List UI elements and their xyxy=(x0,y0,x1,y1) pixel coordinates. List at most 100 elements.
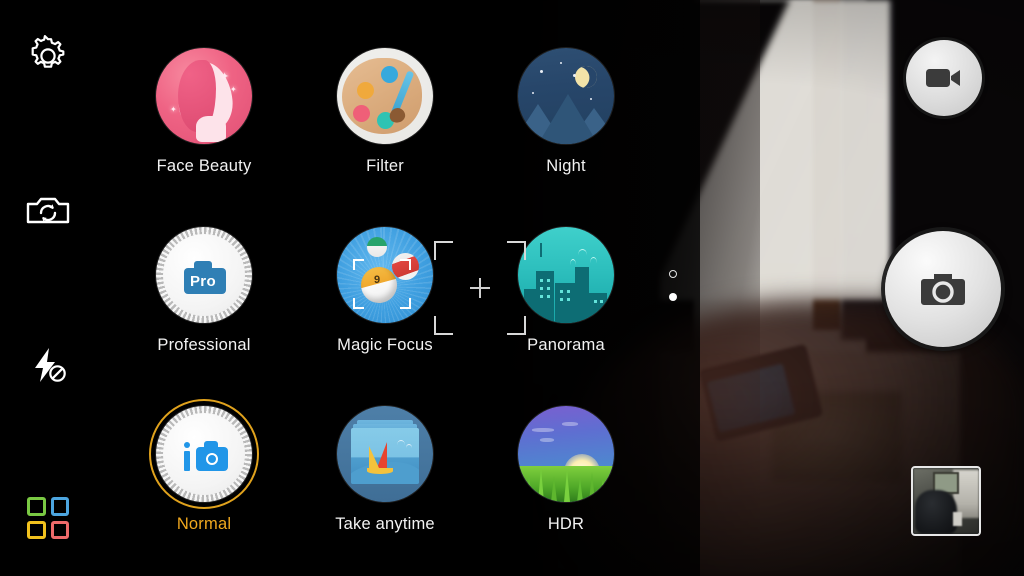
mode-item-panorama[interactable]: Panorama xyxy=(486,227,646,354)
star xyxy=(560,62,562,64)
shutter-button[interactable] xyxy=(885,231,1001,347)
video-camera-icon xyxy=(926,69,960,87)
camera-switch-icon xyxy=(26,197,70,224)
mode-label: Night xyxy=(546,157,586,175)
building xyxy=(536,271,554,323)
camera-lens xyxy=(206,453,218,465)
professional-icon: Pro xyxy=(156,227,252,323)
grid-square-top-left xyxy=(27,497,46,516)
star xyxy=(540,70,543,73)
sparkle-icon: ✦ xyxy=(230,85,237,94)
ball-number: 9 xyxy=(374,274,381,286)
star xyxy=(573,74,576,77)
grass-blade xyxy=(600,480,606,502)
grass-blade xyxy=(589,472,595,502)
grass-blade xyxy=(551,476,557,502)
mode-disc-wrap xyxy=(518,227,614,323)
palette-dot-orange xyxy=(357,82,374,99)
sparkle-icon: ✦ xyxy=(220,71,230,83)
mode-item-face-beauty[interactable]: ✦ ✦ ✦ Face Beauty xyxy=(124,48,284,175)
camera-app-screen: ✦ ✦ ✦ Face Beauty Filter Night Pro Profe… xyxy=(0,0,1024,576)
mode-disc-wrap xyxy=(337,48,433,144)
star xyxy=(532,92,534,94)
boat-hull xyxy=(367,468,393,474)
mode-label: Normal xyxy=(176,515,232,533)
mode-item-take-anytime[interactable]: Take anytime xyxy=(305,406,465,533)
photo-front xyxy=(351,428,419,484)
cloud xyxy=(540,438,554,442)
left-toolbar xyxy=(0,0,96,576)
building xyxy=(555,283,575,323)
mode-label: Professional xyxy=(157,336,251,354)
flash-off-button[interactable] xyxy=(0,337,96,393)
gear-icon xyxy=(31,35,65,68)
page-indicator[interactable] xyxy=(665,270,681,301)
thumb-cup xyxy=(953,512,962,526)
letter-i-dot xyxy=(184,442,190,448)
normal-camera-icon xyxy=(156,406,252,502)
palette-dot-blue xyxy=(381,66,398,83)
mode-item-professional[interactable]: Pro Professional xyxy=(124,227,284,354)
settings-button[interactable] xyxy=(0,28,96,84)
bird-icon xyxy=(397,440,405,445)
cloud xyxy=(532,428,554,432)
mode-grid-icon xyxy=(27,497,69,539)
filter-palette-icon xyxy=(337,48,433,144)
mode-disc-wrap: 9 xyxy=(337,227,433,323)
sparkle-icon: ✦ xyxy=(170,105,177,114)
page-dot-1[interactable] xyxy=(669,270,677,278)
face-beauty-icon: ✦ ✦ ✦ xyxy=(156,48,252,144)
cloud xyxy=(562,422,578,426)
mode-item-hdr[interactable]: HDR xyxy=(486,406,646,533)
mode-grid-button[interactable] xyxy=(0,490,96,546)
flash-off-icon xyxy=(35,348,66,382)
antenna xyxy=(540,243,542,257)
crescent-moon-icon xyxy=(572,63,600,91)
mode-label: Face Beauty xyxy=(156,157,252,175)
mode-disc-wrap xyxy=(518,48,614,144)
thumb-person xyxy=(915,490,957,534)
palette-dot-pink xyxy=(353,105,370,122)
mode-disc-wrap: ✦ ✦ ✦ xyxy=(156,48,252,144)
billiard-ball-green xyxy=(367,237,387,257)
mode-item-magic-focus[interactable]: 9 Magic Focus xyxy=(305,227,465,354)
magic-focus-icon: 9 xyxy=(337,227,433,323)
page-dot-2[interactable] xyxy=(669,293,677,301)
mode-disc-wrap xyxy=(337,406,433,502)
grid-square-top-right xyxy=(50,497,69,516)
building xyxy=(589,293,607,323)
mode-item-filter[interactable]: Filter xyxy=(305,48,465,175)
mode-disc-wrap: Pro xyxy=(156,227,252,323)
bird-icon xyxy=(570,259,576,265)
night-icon xyxy=(518,48,614,144)
grid-square-bottom-right xyxy=(50,520,69,539)
grass-blade xyxy=(577,478,583,502)
grass-blade xyxy=(538,468,544,502)
bird-icon xyxy=(578,249,587,255)
camera-top xyxy=(194,261,212,270)
take-anytime-icon xyxy=(337,406,433,502)
building xyxy=(575,267,589,323)
panorama-icon xyxy=(518,227,614,323)
focus-bracket-br xyxy=(400,298,411,309)
mode-label: Filter xyxy=(366,157,404,175)
sail-yellow xyxy=(369,446,379,468)
focus-bracket-bl xyxy=(353,298,364,309)
camera-shutter-icon xyxy=(921,274,965,305)
mode-item-night[interactable]: Night xyxy=(486,48,646,175)
billiard-ball-nine: 9 xyxy=(361,267,397,303)
mode-item-normal[interactable]: Normal xyxy=(124,399,284,533)
mode-label: Take anytime xyxy=(335,515,435,533)
mode-disc-wrap xyxy=(518,406,614,502)
mode-label: HDR xyxy=(547,515,585,533)
gallery-thumbnail[interactable] xyxy=(911,466,981,536)
video-record-button[interactable] xyxy=(906,40,982,116)
switch-camera-button[interactable] xyxy=(0,183,96,239)
mode-disc-wrap xyxy=(149,399,259,509)
pro-badge: Pro xyxy=(190,273,216,290)
grid-square-bottom-left xyxy=(27,520,46,539)
bird-icon xyxy=(406,444,412,448)
focus-bracket-tr xyxy=(400,259,411,270)
grass-blade xyxy=(564,470,570,502)
camera-top xyxy=(204,441,218,449)
